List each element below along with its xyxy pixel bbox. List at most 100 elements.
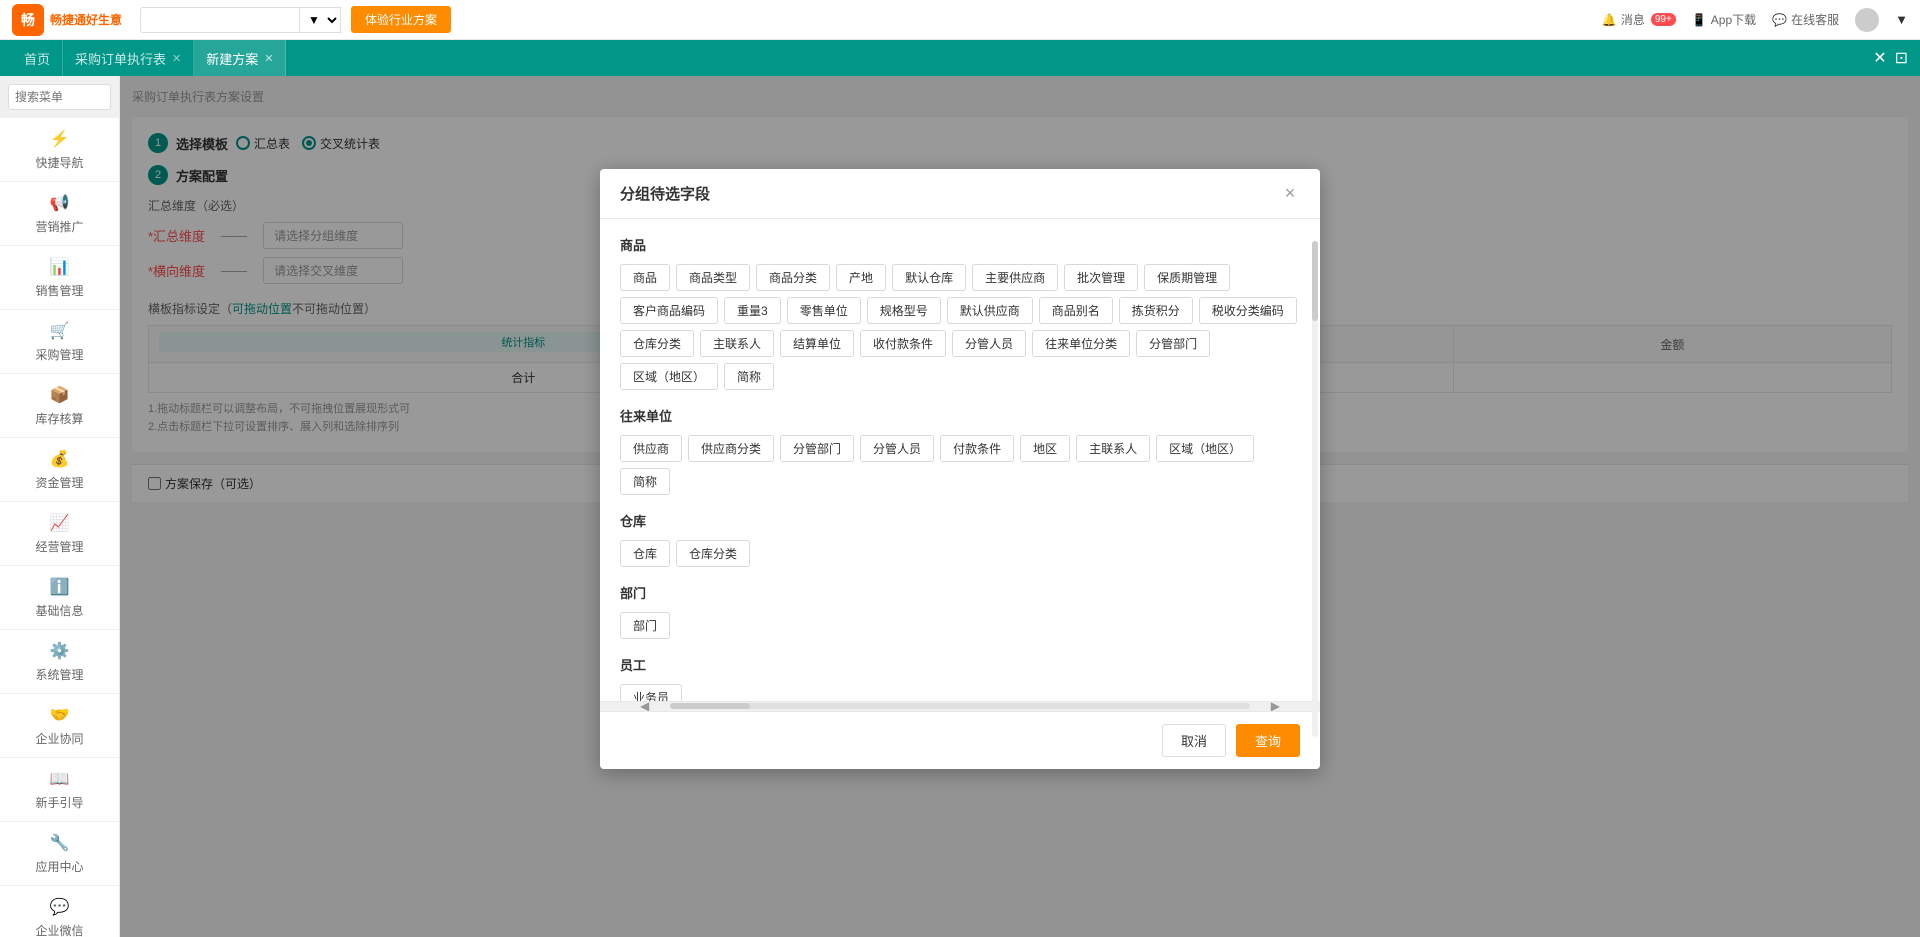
field-tag[interactable]: 分管部门 [1136,330,1210,357]
employee-fields: 业务员 [620,684,1300,701]
sidebar: ⚡ 快捷导航 📢 营销推广 📊 销售管理 🛒 采购管理 📦 库存核算 💰 资金管… [0,76,120,937]
header-search-input[interactable] [140,7,300,33]
sidebar-search-input[interactable] [8,84,111,110]
section-department: 部门 部门 [620,583,1300,639]
modal-title: 分组待选字段 [620,183,710,204]
field-tag[interactable]: 主联系人 [1076,435,1150,462]
field-tag[interactable]: 税收分类编码 [1199,297,1297,324]
field-tag[interactable]: 分管部门 [780,435,854,462]
tab-bar-close[interactable]: ✕ [1873,48,1886,68]
quick-nav-icon: ⚡ [49,128,71,150]
field-tag[interactable]: 商品分类 [756,264,830,291]
sidebar-item-purchase[interactable]: 🛒 采购管理 [0,310,119,374]
system-icon: ⚙️ [49,640,71,662]
modal-header: 分组待选字段 × [600,169,1320,219]
field-tag[interactable]: 零售单位 [787,297,861,324]
purchase-icon: 🛒 [49,320,71,342]
field-tag[interactable]: 分管人员 [860,435,934,462]
modal-body: 商品 商品 商品类型 商品分类 产地 默认仓库 主要供应商 批次管理 保质期管理… [600,219,1320,701]
bell-icon: 🔔 [1602,13,1617,27]
section-department-title: 部门 [620,583,1300,602]
modal-hscroll[interactable]: ◀ ▶ [600,701,1320,711]
header-search-select[interactable]: ▼ [300,7,341,33]
logo-text: 畅捷通好生意 [50,11,122,28]
field-tag[interactable]: 保质期管理 [1144,264,1230,291]
modal-vscroll[interactable] [1312,221,1318,717]
section-goods: 商品 商品 商品类型 商品分类 产地 默认仓库 主要供应商 批次管理 保质期管理… [620,235,1300,390]
field-tag-employee[interactable]: 业务员 [620,684,682,701]
field-tag[interactable]: 简称 [620,468,670,495]
sidebar-item-base-info[interactable]: ℹ️ 基础信息 [0,566,119,630]
field-tag[interactable]: 区域（地区） [1156,435,1254,462]
field-tag[interactable]: 商品类型 [676,264,750,291]
field-tag[interactable]: 付款条件 [940,435,1014,462]
field-tag[interactable]: 产地 [836,264,886,291]
cancel-button[interactable]: 取消 [1162,724,1226,757]
inventory-icon: 📦 [49,384,71,406]
field-tag[interactable]: 往来单位分类 [1032,330,1130,357]
confirm-button[interactable]: 查询 [1236,724,1300,757]
sidebar-item-cooperation[interactable]: 🤝 企业协同 [0,694,119,758]
field-tag[interactable]: 区域（地区） [620,363,718,390]
sidebar-item-system[interactable]: ⚙️ 系统管理 [0,630,119,694]
field-tag[interactable]: 仓库分类 [620,330,694,357]
hscroll-thumb[interactable] [670,703,750,709]
experience-btn[interactable]: 体验行业方案 [351,6,451,33]
app-download[interactable]: 📱 App下载 [1692,11,1756,28]
partner-fields: 供应商 供应商分类 分管部门 分管人员 付款条件 地区 主联系人 区域（地区） … [620,435,1300,495]
field-tag[interactable]: 客户商品编码 [620,297,718,324]
tab-home[interactable]: 首页 [12,40,63,76]
tab-close-purchase[interactable]: ✕ [172,52,181,65]
field-tag[interactable]: 默认供应商 [947,297,1033,324]
sidebar-item-app-center[interactable]: 🔧 应用中心 [0,822,119,886]
field-tag[interactable]: 简称 [724,363,774,390]
field-tag[interactable]: 仓库 [620,540,670,567]
notification-item[interactable]: 🔔 消息 99+ [1602,11,1676,28]
field-tag[interactable]: 地区 [1020,435,1070,462]
field-tag[interactable]: 收付款条件 [860,330,946,357]
warehouse-fields: 仓库 仓库分类 [620,540,1300,567]
field-tag[interactable]: 规格型号 [867,297,941,324]
avatar[interactable] [1855,8,1879,32]
field-tag[interactable]: 拣货积分 [1119,297,1193,324]
vscroll-thumb[interactable] [1312,241,1318,321]
sidebar-item-quick-nav[interactable]: ⚡ 快捷导航 [0,118,119,182]
field-tag[interactable]: 部门 [620,612,670,639]
field-tag[interactable]: 结算单位 [780,330,854,357]
tab-purchase-list[interactable]: 采购订单执行表 ✕ [63,40,194,76]
tab-close-new-plan[interactable]: ✕ [264,52,273,65]
section-goods-title: 商品 [620,235,1300,254]
sidebar-item-marketing[interactable]: 📢 营销推广 [0,182,119,246]
field-tag[interactable]: 分管人员 [952,330,1026,357]
user-arrow[interactable]: ▼ [1895,12,1908,27]
online-service[interactable]: 💬 在线客服 [1772,11,1839,28]
sidebar-item-inventory[interactable]: 📦 库存核算 [0,374,119,438]
section-employee-title: 员工 [620,655,1300,674]
field-tag[interactable]: 重量3 [724,297,781,324]
field-tag[interactable]: 商品 [620,264,670,291]
field-tag[interactable]: 仓库分类 [676,540,750,567]
tab-bar-expand[interactable]: ⊡ [1895,48,1908,68]
cooperation-icon: 🤝 [49,704,71,726]
section-warehouse: 仓库 仓库 仓库分类 [620,511,1300,567]
field-tag[interactable]: 供应商 [620,435,682,462]
tab-new-plan[interactable]: 新建方案 ✕ [194,40,286,76]
sidebar-item-sales[interactable]: 📊 销售管理 [0,246,119,310]
sidebar-item-finance[interactable]: 💰 资金管理 [0,438,119,502]
service-icon: 💬 [1772,13,1787,27]
logo-icon: 畅 [12,4,44,36]
modal-close-btn[interactable]: × [1280,183,1300,203]
sidebar-item-guide[interactable]: 📖 新手引导 [0,758,119,822]
field-tag[interactable]: 批次管理 [1064,264,1138,291]
field-tag[interactable]: 主要供应商 [972,264,1058,291]
header-right: 🔔 消息 99+ 📱 App下载 💬 在线客服 ▼ [1602,8,1908,32]
hscroll-track[interactable] [670,703,1250,709]
sidebar-item-wechat[interactable]: 💬 企业微信 [0,886,119,937]
sidebar-item-operations[interactable]: 📈 经营管理 [0,502,119,566]
app-center-icon: 🔧 [49,832,71,854]
field-tag[interactable]: 主联系人 [700,330,774,357]
field-tag[interactable]: 供应商分类 [688,435,774,462]
field-tag[interactable]: 默认仓库 [892,264,966,291]
field-tag[interactable]: 商品别名 [1039,297,1113,324]
header-search: ▼ 体验行业方案 [140,6,451,33]
